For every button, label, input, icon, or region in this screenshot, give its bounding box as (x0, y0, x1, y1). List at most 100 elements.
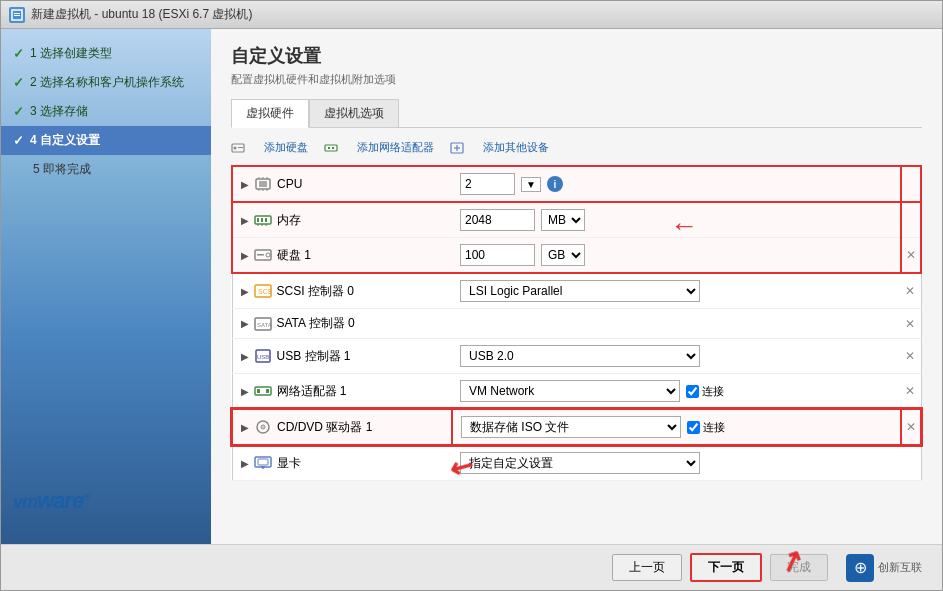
nic-delete-button[interactable]: ✕ (905, 384, 915, 398)
check-icon-2: ✓ (13, 75, 24, 90)
title-bar: 新建虚拟机 - ubuntu 18 (ESXi 6.7 虚拟机) (1, 1, 942, 29)
tabs-container: 虚拟硬件 虚拟机选项 (231, 99, 922, 128)
sata-expand-arrow[interactable]: ▶ (241, 318, 249, 329)
hdd-label: 硬盘 1 (277, 247, 311, 264)
prev-button[interactable]: 上一页 (612, 554, 682, 581)
hdd-size-input[interactable] (460, 244, 535, 266)
usb-delete-button[interactable]: ✕ (905, 349, 915, 363)
page-subtitle: 配置虚拟机硬件和虚拟机附加选项 (231, 72, 922, 87)
sata-delete-button[interactable]: ✕ (905, 317, 915, 331)
nic-network-select[interactable]: VM Network (460, 380, 680, 402)
sidebar-step-5[interactable]: 5 即将完成 (1, 155, 211, 184)
hdd-expand-arrow[interactable]: ▶ (241, 250, 249, 261)
table-row: ▶ 网络适配器 1 VM Network 连接 (232, 374, 921, 410)
nic-connect-checkbox[interactable] (686, 385, 699, 398)
svg-text:SATA: SATA (257, 322, 272, 328)
step-4-label: 4 自定义设置 (30, 132, 100, 149)
usb-value-cell: USB 2.0USB 3.0 (452, 339, 901, 374)
scsi-name-cell: ▶ SCSI SCSI 控制器 0 (232, 273, 452, 309)
hdd-icon (254, 248, 272, 262)
hardware-table: ▶ CPU ▼ i (231, 165, 922, 481)
hdd-value-cell: GBTB (452, 238, 901, 274)
svg-point-41 (262, 426, 264, 428)
table-row: ▶ USB USB 控制器 1 USB 2.0USB 3.0 ✕ (232, 339, 921, 374)
ram-expand-arrow[interactable]: ▶ (241, 215, 249, 226)
cpu-dropdown-arrow[interactable]: ▼ (521, 177, 541, 192)
dvd-expand-arrow[interactable]: ▶ (241, 422, 249, 433)
display-icon (254, 456, 272, 470)
add-nic-icon (324, 142, 341, 154)
scsi-type-select[interactable]: LSI Logic ParallelLSI Logic SASVMware 准虚… (460, 280, 700, 302)
svg-rect-13 (259, 181, 267, 187)
nic-expand-arrow[interactable]: ▶ (241, 386, 249, 397)
add-hdd-button[interactable]: 添加硬盘 (264, 140, 308, 155)
nic-label: 网络适配器 1 (277, 383, 347, 400)
cpu-expand-arrow[interactable]: ▶ (241, 179, 249, 190)
scsi-expand-arrow[interactable]: ▶ (241, 286, 249, 297)
svg-text:USB: USB (257, 354, 269, 360)
add-nic-button[interactable]: 添加网络适配器 (357, 140, 434, 155)
cpu-info-icon[interactable]: i (547, 176, 563, 192)
usb-label: USB 控制器 1 (277, 348, 351, 365)
table-row: ▶ CPU ▼ i (232, 166, 921, 202)
main-window: 新建虚拟机 - ubuntu 18 (ESXi 6.7 虚拟机) ✓ 1 选择创… (0, 0, 943, 591)
branding-name: 创新互联 (878, 560, 922, 575)
svg-rect-7 (328, 147, 330, 149)
display-expand-arrow[interactable]: ▶ (241, 458, 249, 469)
display-label: 显卡 (277, 455, 301, 472)
usb-type-select[interactable]: USB 2.0USB 3.0 (460, 345, 700, 367)
step-2-label: 2 选择名称和客户机操作系统 (30, 74, 184, 91)
sidebar: ✓ 1 选择创建类型 ✓ 2 选择名称和客户机操作系统 ✓ 3 选择存储 ✓ 4… (1, 29, 211, 544)
tab-options[interactable]: 虚拟机选项 (309, 99, 399, 127)
vmware-branding: vmware® (1, 468, 211, 534)
sidebar-step-3[interactable]: ✓ 3 选择存储 (1, 97, 211, 126)
ram-name-cell: ▶ 内存 (232, 202, 452, 238)
add-other-button[interactable]: 添加其他设备 (483, 140, 549, 155)
dvd-value-cell: 数据存储 ISO 文件客户端设备 连接 (452, 409, 901, 445)
check-icon-1: ✓ (13, 46, 24, 61)
ram-unit-select[interactable]: MBGB (541, 209, 585, 231)
sidebar-step-4[interactable]: ✓ 4 自定义设置 (1, 126, 211, 155)
sidebar-step-2[interactable]: ✓ 2 选择名称和客户机操作系统 (1, 68, 211, 97)
hdd-name-cell: ▶ 硬盘 1 (232, 238, 452, 274)
scsi-delete-button[interactable]: ✕ (905, 284, 915, 298)
dvd-connect-checkbox[interactable] (687, 421, 700, 434)
dvd-delete-button[interactable]: ✕ (906, 420, 916, 434)
table-row: ▶ 显卡 指定自定义设置 (232, 445, 921, 481)
step-3-label: 3 选择存储 (30, 103, 88, 120)
table-row: ▶ 硬盘 1 GBTB ✕ (232, 238, 921, 274)
display-value-cell: 指定自定义设置 (452, 445, 901, 481)
usb-expand-arrow[interactable]: ▶ (241, 351, 249, 362)
cpu-icon (254, 177, 272, 191)
branding-area: ⊕ 创新互联 (846, 554, 922, 582)
next-button[interactable]: 下一页 (690, 553, 762, 582)
svg-point-28 (266, 253, 270, 257)
cpu-count-input[interactable] (460, 173, 515, 195)
svg-rect-5 (238, 147, 243, 148)
usb-icon: USB (254, 349, 272, 363)
svg-rect-21 (257, 218, 259, 222)
add-other-icon (450, 142, 467, 154)
svg-text:SCSI: SCSI (258, 288, 272, 295)
dvd-name-cell: ▶ CD/DVD 驱动器 1 (232, 409, 452, 445)
hdd-unit-select[interactable]: GBTB (541, 244, 585, 266)
display-type-select[interactable]: 指定自定义设置 (460, 452, 700, 474)
ram-icon (254, 213, 272, 227)
sidebar-step-1[interactable]: ✓ 1 选择创建类型 (1, 39, 211, 68)
dvd-connect-label: 连接 (687, 420, 725, 435)
cpu-name-cell: ▶ CPU (232, 166, 452, 202)
tab-hardware[interactable]: 虚拟硬件 (231, 99, 309, 128)
hdd-delete-button[interactable]: ✕ (906, 248, 916, 262)
svg-rect-37 (257, 389, 260, 393)
ram-value-input[interactable] (460, 209, 535, 231)
usb-name-cell: ▶ USB USB 控制器 1 (232, 339, 452, 374)
vmware-logo: vmware® (13, 488, 89, 513)
svg-point-4 (234, 146, 237, 149)
add-hdd-icon (231, 142, 248, 154)
nic-connect-label: 连接 (686, 384, 724, 399)
dvd-source-select[interactable]: 数据存储 ISO 文件客户端设备 (461, 416, 681, 438)
svg-rect-38 (266, 389, 269, 393)
display-del-cell (901, 445, 921, 481)
scsi-label: SCSI 控制器 0 (277, 283, 354, 300)
finish-button[interactable]: 完成 (770, 554, 828, 581)
